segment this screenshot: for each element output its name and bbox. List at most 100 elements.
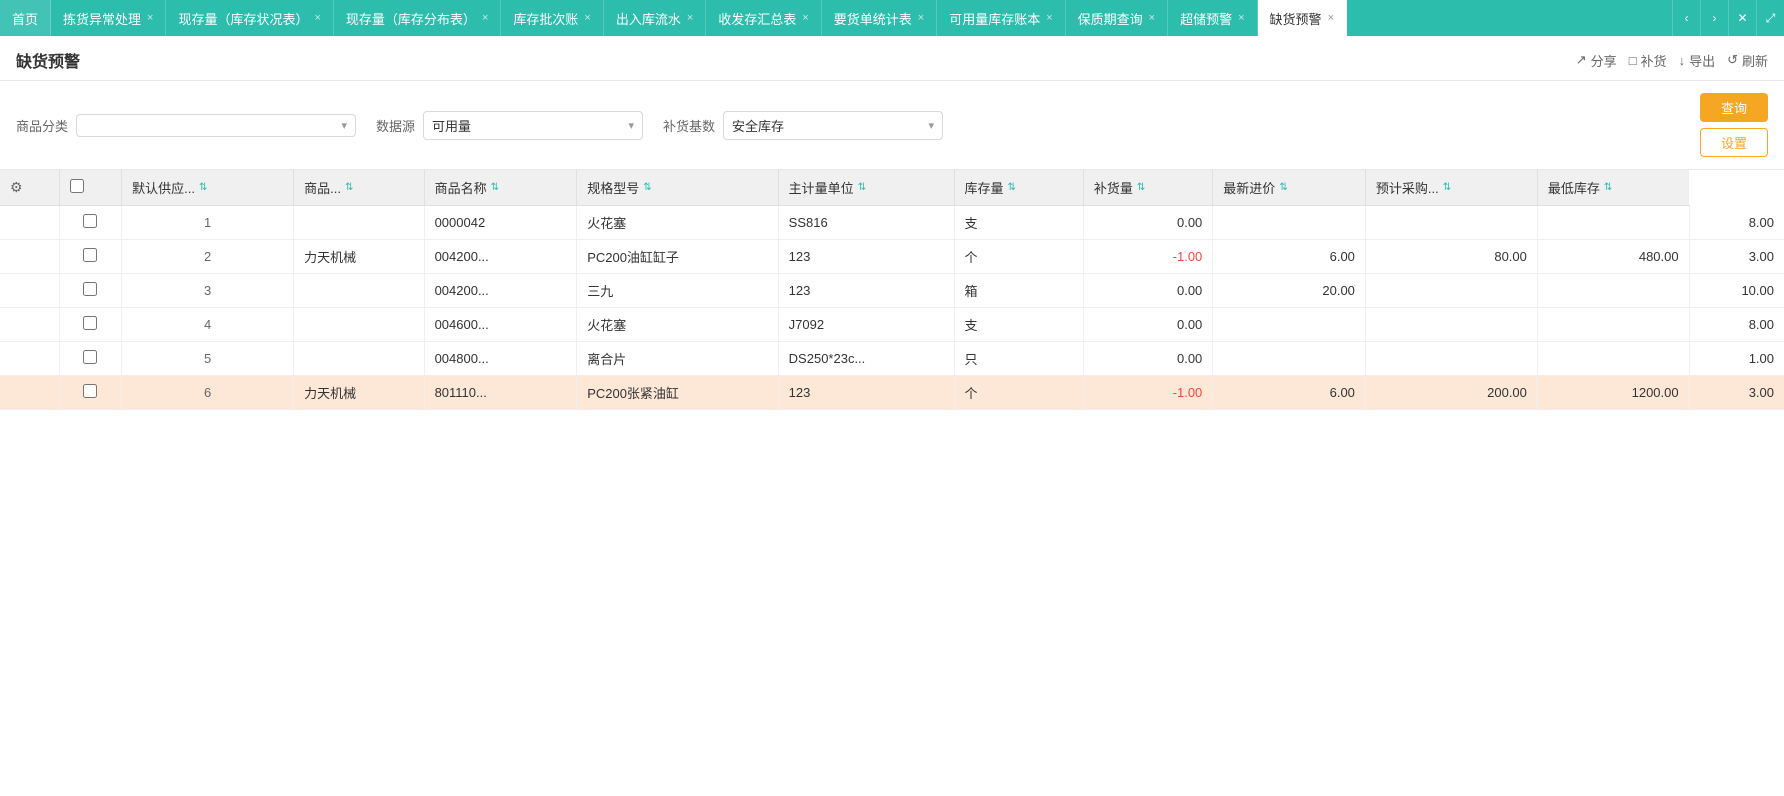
row-checkbox[interactable] [83,282,97,296]
row-product-name: PC200张紧油缸 [577,376,778,410]
th-default-supplier: 默认供应... ⇅ [122,170,294,206]
close-tab-expiry-query[interactable]: × [1149,12,1155,24]
row-product-name: 三九 [577,274,778,308]
row-est-purchase [1537,342,1689,376]
table-row: 6 力天机械 801110... PC200张紧油缸 123 个 -1.00 6… [0,376,1784,410]
select-all-checkbox[interactable] [70,179,84,193]
row-min-stock: 8.00 [1689,308,1784,342]
sort-stock-icon[interactable]: ⇅ [1008,182,1016,193]
sort-name-icon[interactable]: ⇅ [491,182,499,193]
sort-est-icon[interactable]: ⇅ [1443,182,1451,193]
tab-inventory-status[interactable]: 现存量（库存状况表） × [166,0,333,36]
row-checkbox-cell [59,308,122,342]
row-checkbox[interactable] [83,350,97,364]
tab-in-out-flow[interactable]: 出入库流水 × [604,0,706,36]
sort-code-icon[interactable]: ⇅ [345,182,353,193]
th-latest-price: 最新进价 ⇅ [1213,170,1366,206]
tab-batch-account[interactable]: 库存批次账 × [501,0,603,36]
tab-recv-summary[interactable]: 收发存汇总表 × [706,0,821,36]
sort-unit-icon[interactable]: ⇅ [858,182,866,193]
close-tab-shortage-warn[interactable]: × [1328,12,1334,24]
shortage-table: ⚙ 默认供应... ⇅ 商品... ⇅ [0,170,1784,410]
replenish-base-select[interactable]: 安全库存 ▾ [723,111,943,140]
th-stock: 库存量 ⇅ [954,170,1083,206]
tab-overstock-warn[interactable]: 超储预警 × [1168,0,1257,36]
close-tab-in-out-flow[interactable]: × [687,12,693,24]
refresh-button[interactable]: ↺ 刷新 [1727,51,1768,70]
close-all-tabs[interactable]: ✕ [1728,0,1756,36]
replenish-base-filter-group: 补货基数 安全库存 ▾ [663,111,943,140]
th-spec: 规格型号 ⇅ [577,170,778,206]
close-tab-inventory-dist[interactable]: × [482,12,488,24]
sort-min-icon[interactable]: ⇅ [1604,182,1612,193]
filter-buttons: 查询 设置 [1700,93,1768,157]
row-spec: 123 [778,376,954,410]
row-supplier [294,308,424,342]
sort-spec-icon[interactable]: ⇅ [643,182,651,193]
row-product-code: 801110... [424,376,577,410]
tab-shortage-warn[interactable]: 缺货预警 × [1258,0,1347,36]
row-spec: 123 [778,274,954,308]
header-actions: ↗ 分享 □ 补货 ↓ 导出 ↺ 刷新 [1576,51,1768,70]
sort-supplier-icon[interactable]: ⇅ [199,182,207,193]
row-replenish-qty: 6.00 [1213,240,1366,274]
row-index: 2 [122,240,294,274]
th-unit: 主计量单位 ⇅ [778,170,954,206]
close-tab-batch-account[interactable]: × [584,12,590,24]
share-icon: ↗ [1576,52,1587,68]
row-product-name: 离合片 [577,342,778,376]
tab-expiry-query[interactable]: 保质期查询 × [1066,0,1168,36]
tab-inventory-dist[interactable]: 现存量（库存分布表） × [334,0,501,36]
tab-stock-anomaly[interactable]: 拣货异常处理 × [51,0,166,36]
sort-price-icon[interactable]: ⇅ [1279,182,1287,193]
tab-scroll-left[interactable]: ‹ [1672,0,1700,36]
row-product-name: 火花塞 [577,206,778,240]
close-tab-overstock-warn[interactable]: × [1238,12,1244,24]
tab-scroll-right[interactable]: › [1700,0,1728,36]
replenish-icon: □ [1629,53,1637,68]
table-row: 2 力天机械 004200... PC200油缸缸子 123 个 -1.00 6… [0,240,1784,274]
gear-icon[interactable]: ⚙ [10,179,23,195]
th-replenish-qty: 补货量 ⇅ [1083,170,1212,206]
close-tab-inventory-status[interactable]: × [314,12,320,24]
export-button[interactable]: ↓ 导出 [1679,51,1716,70]
row-stock: 0.00 [1083,308,1212,342]
close-tab-order-stat[interactable]: × [918,12,924,24]
row-min-stock: 3.00 [1689,240,1784,274]
row-product-code: 0000042 [424,206,577,240]
tab-order-stat[interactable]: 要货单统计表 × [822,0,937,36]
row-spec: SS816 [778,206,954,240]
replenish-button[interactable]: □ 补货 [1629,51,1667,70]
row-est-purchase [1537,308,1689,342]
filter-area: 商品分类 ▾ 数据源 可用量 ▾ 补货基数 安全库存 ▾ 查询 设置 [0,81,1784,170]
tab-nav-controls: ‹ › ✕ ⤢ [1672,0,1784,36]
row-checkbox[interactable] [83,248,97,262]
tab-available-ledger[interactable]: 可用量库存账本 × [937,0,1065,36]
query-button[interactable]: 查询 [1700,93,1768,122]
row-checkbox[interactable] [83,214,97,228]
datasource-select[interactable]: 可用量 ▾ [423,111,643,140]
maximize-window[interactable]: ⤢ [1756,0,1784,36]
share-button[interactable]: ↗ 分享 [1576,51,1617,70]
category-select[interactable]: ▾ [76,114,356,137]
settings-button[interactable]: 设置 [1700,128,1768,157]
row-stock: -1.00 [1083,240,1212,274]
row-spec: 123 [778,240,954,274]
row-min-stock: 3.00 [1689,376,1784,410]
tab-home[interactable]: 首页 [0,0,51,36]
row-min-stock: 8.00 [1689,206,1784,240]
close-tab-available-ledger[interactable]: × [1046,12,1052,24]
th-product-code: 商品... ⇅ [294,170,424,206]
row-checkbox[interactable] [83,316,97,330]
row-checkbox[interactable] [83,384,97,398]
row-supplier [294,274,424,308]
close-tab-recv-summary[interactable]: × [802,12,808,24]
row-gear-cell [0,376,59,410]
row-stock: -1.00 [1083,376,1212,410]
row-min-stock: 1.00 [1689,342,1784,376]
row-stock: 0.00 [1083,274,1212,308]
close-tab-stock-anomaly[interactable]: × [147,12,153,24]
table-row: 4 004600... 火花塞 J7092 支 0.00 8.00 [0,308,1784,342]
row-index: 6 [122,376,294,410]
sort-replenish-icon[interactable]: ⇅ [1137,182,1145,193]
